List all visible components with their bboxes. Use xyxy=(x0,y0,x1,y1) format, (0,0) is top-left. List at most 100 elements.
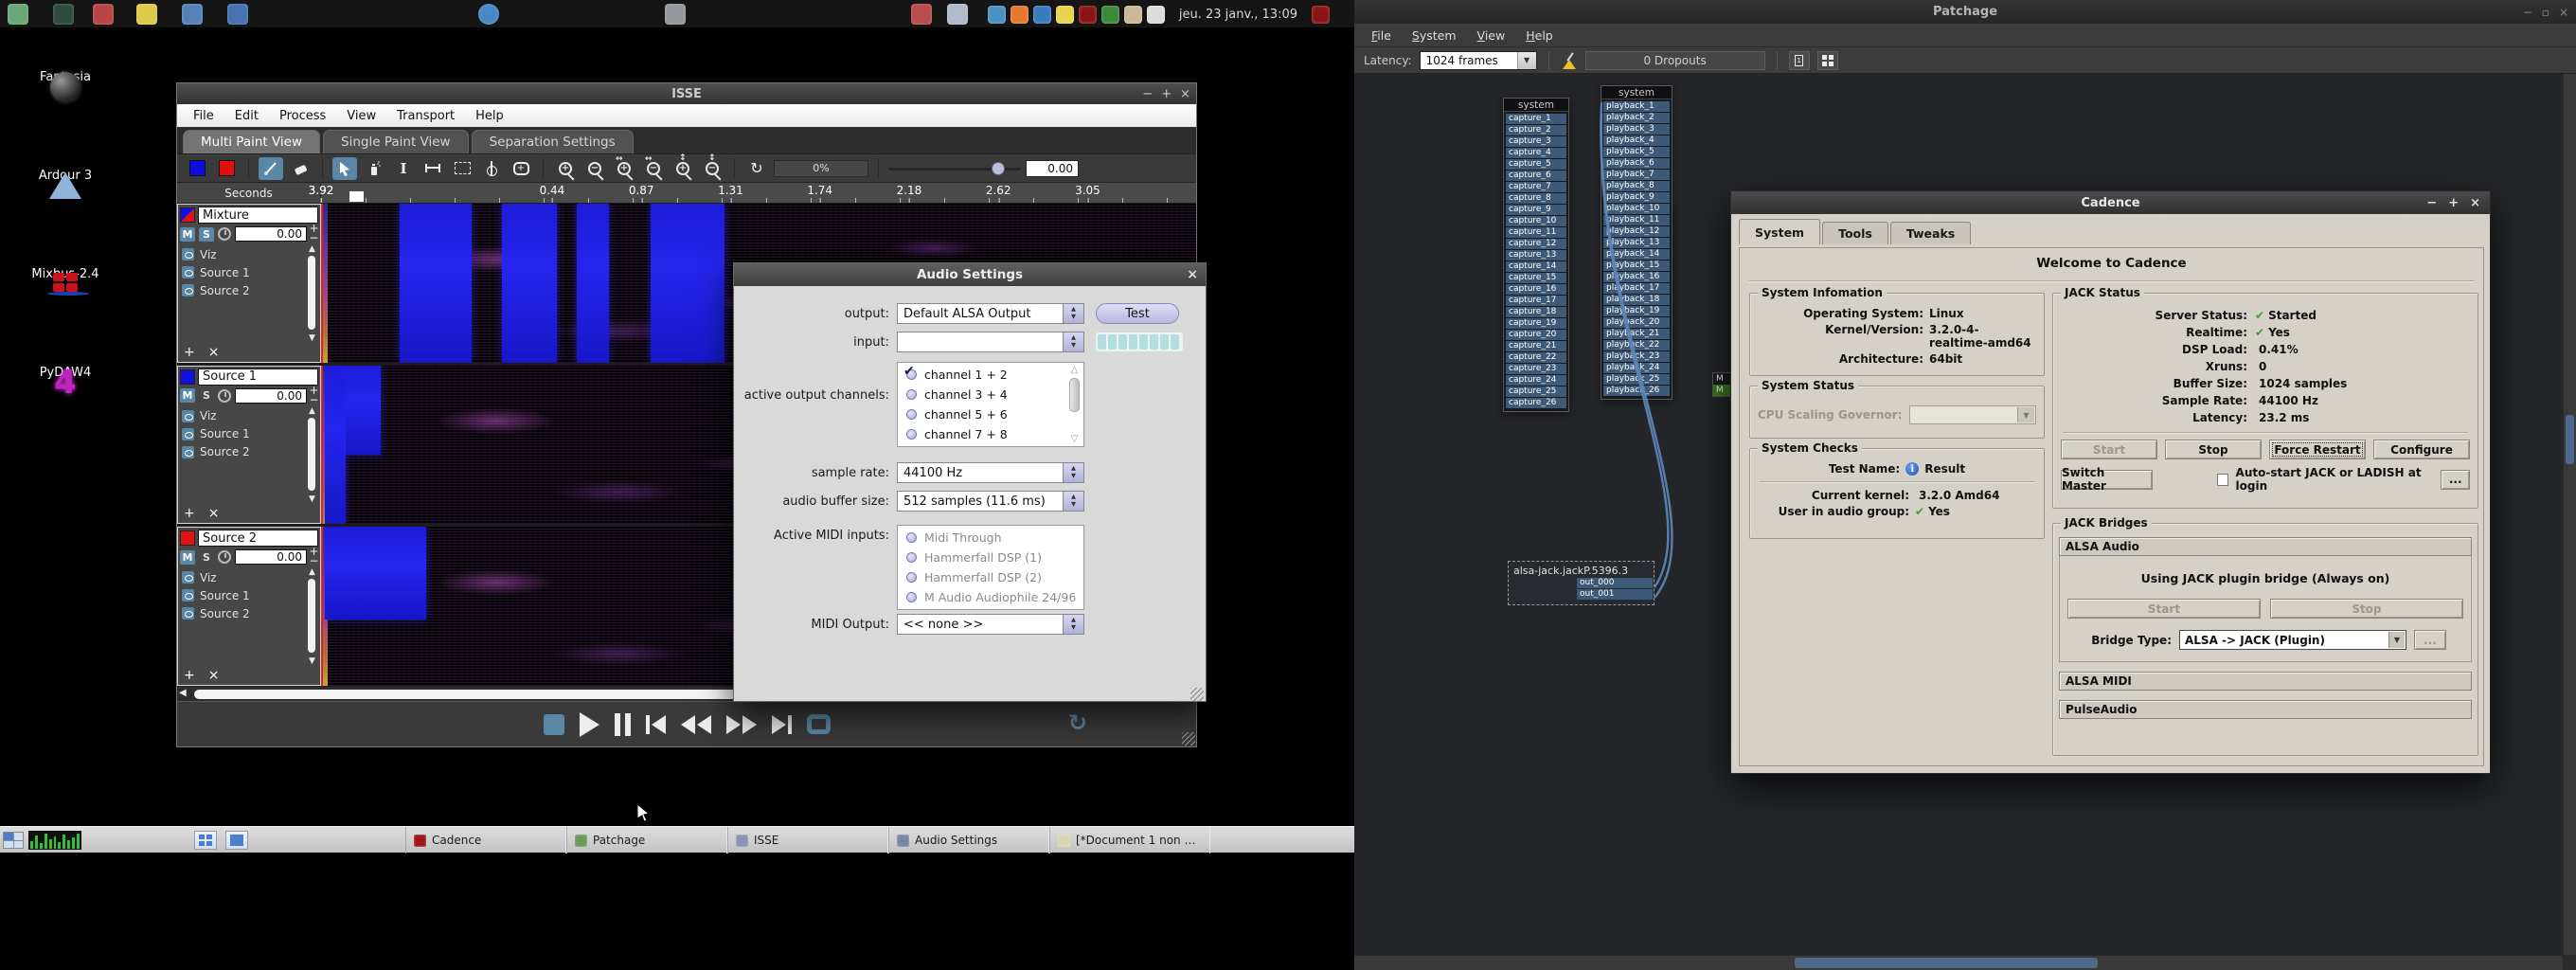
port-capture[interactable]: capture_21 xyxy=(1506,341,1566,351)
scrollbar-thumb[interactable] xyxy=(308,579,315,653)
channel-option[interactable]: channel 7 + 8 xyxy=(900,424,1064,444)
brush-tool-button[interactable] xyxy=(259,157,283,180)
red-app-icon[interactable] xyxy=(1312,6,1330,24)
canvas-vertical-scrollbar[interactable] xyxy=(2563,74,2576,955)
zoom-in-vertical-button[interactable]: + xyxy=(671,157,695,180)
port-playback[interactable]: playback_15 xyxy=(1603,260,1670,271)
box-selection-tool-button[interactable] xyxy=(450,157,474,180)
port-playback[interactable]: playback_5 xyxy=(1603,147,1670,157)
bridge-type-select[interactable]: ALSA -> JACK (Plugin) ▼ xyxy=(2179,630,2406,650)
port-capture[interactable]: capture_17 xyxy=(1506,296,1566,306)
spinner-icon[interactable]: ▲▼ xyxy=(1063,332,1083,351)
track-name-field[interactable]: Source 1 xyxy=(198,368,318,386)
alsa-audio-header[interactable]: ALSA Audio xyxy=(2059,537,2472,556)
track-zoom-out-button[interactable]: − xyxy=(309,395,319,404)
vlc-cone-icon[interactable] xyxy=(1011,6,1029,24)
slider-thumb[interactable] xyxy=(992,162,1005,175)
port-playback[interactable]: playback_16 xyxy=(1603,272,1670,282)
playhead-tool-button[interactable] xyxy=(479,157,504,180)
port-capture[interactable]: capture_23 xyxy=(1506,364,1566,374)
layer-item-source2[interactable]: Source 2 xyxy=(180,281,318,299)
visibility-eye-icon[interactable] xyxy=(182,284,194,296)
select-tool-button[interactable] xyxy=(332,157,357,180)
bridge-start-button[interactable]: Start xyxy=(2067,599,2261,619)
resize-grip[interactable] xyxy=(1190,688,1204,701)
balloons-icon[interactable] xyxy=(911,4,932,25)
plant-icon[interactable] xyxy=(8,4,28,25)
pause-button[interactable] xyxy=(615,713,631,736)
record-pen-icon[interactable] xyxy=(1101,6,1119,24)
patchage-titlebar[interactable]: Patchage − ▫ × xyxy=(1354,0,2576,24)
port-capture[interactable]: capture_2 xyxy=(1506,125,1566,135)
menu-item[interactable]: Help xyxy=(467,107,512,125)
timer-icon[interactable] xyxy=(218,227,231,241)
midi-input-option[interactable]: Hammerfall DSP (1) xyxy=(900,548,1082,567)
zoom-in-horizontal-button[interactable]: + xyxy=(612,157,636,180)
rewind-button[interactable] xyxy=(681,715,711,734)
latency-select[interactable]: 1024 frames ▼ xyxy=(1420,51,1537,70)
port-capture[interactable]: capture_13 xyxy=(1506,250,1566,260)
zoom-out-vertical-button[interactable]: − xyxy=(700,157,724,180)
track-name-field[interactable]: Source 2 xyxy=(198,530,318,547)
port-playback[interactable]: playback_1 xyxy=(1603,101,1670,112)
spinner-icon[interactable]: ▲▼ xyxy=(1063,304,1083,323)
channel-option[interactable]: ✔ channel 1 + 2 xyxy=(900,365,1064,385)
water-drop-icon[interactable] xyxy=(988,6,1006,24)
add-layer-button[interactable]: + xyxy=(184,668,195,683)
port-playback[interactable]: playback_3 xyxy=(1603,124,1670,135)
port-playback[interactable]: playback_4 xyxy=(1603,135,1670,146)
alsa-midi-header[interactable]: ALSA MIDI xyxy=(2059,672,2472,691)
tab[interactable]: System xyxy=(1739,219,1820,244)
visibility-eye-icon[interactable] xyxy=(182,607,194,620)
port-playback[interactable]: playback_12 xyxy=(1603,226,1670,237)
midi-input-option[interactable]: M Audio Audiophile 24/96 xyxy=(900,587,1082,607)
channel-option[interactable]: channel 3 + 4 xyxy=(900,385,1064,404)
spinner-icon[interactable]: ▲▼ xyxy=(1063,463,1083,482)
scroll-down-icon[interactable]: ▼ xyxy=(307,494,317,504)
port-capture[interactable]: capture_20 xyxy=(1506,330,1566,340)
buffer-size-select[interactable]: 512 samples (11.6 ms) ▲▼ xyxy=(897,491,1084,512)
screenshot-icon[interactable] xyxy=(947,4,968,25)
layer-item-source2[interactable]: Source 2 xyxy=(180,443,318,461)
port-capture[interactable]: capture_5 xyxy=(1506,159,1566,170)
canvas-horizontal-scrollbar[interactable] xyxy=(1354,955,2563,970)
scrollbar-thumb[interactable] xyxy=(2566,415,2574,464)
port-midi[interactable]: M xyxy=(1713,385,1732,396)
minimize-icon[interactable]: − xyxy=(1142,88,1153,100)
input-select[interactable]: ▲▼ xyxy=(897,332,1084,352)
sticky-notes-icon[interactable] xyxy=(1056,6,1074,24)
layer-item-source1[interactable]: Source 1 xyxy=(180,586,318,604)
spinner-icon[interactable]: ▲▼ xyxy=(1063,492,1083,511)
maximize-icon[interactable]: + xyxy=(2448,196,2459,210)
port-playback[interactable]: playback_2 xyxy=(1603,113,1670,123)
visibility-eye-icon[interactable] xyxy=(182,446,194,458)
view-tab[interactable]: Separation Settings xyxy=(472,130,634,153)
track-color-chip[interactable] xyxy=(180,369,195,385)
track-color-chip[interactable] xyxy=(180,530,195,546)
scrollbar-thumb[interactable] xyxy=(308,256,315,330)
layer-item-source1[interactable]: Source 1 xyxy=(180,425,318,443)
port-capture[interactable]: capture_7 xyxy=(1506,182,1566,192)
port-output[interactable]: out_000 xyxy=(1577,578,1653,588)
port-playback[interactable]: playback_23 xyxy=(1603,351,1670,362)
port-capture[interactable]: capture_14 xyxy=(1506,261,1566,272)
port-playback[interactable]: playback_20 xyxy=(1603,317,1670,328)
node-title[interactable]: system xyxy=(1504,99,1568,112)
radio-icon[interactable] xyxy=(906,409,917,420)
resize-grip[interactable] xyxy=(1182,732,1195,745)
port-capture[interactable]: capture_10 xyxy=(1506,216,1566,226)
port-playback[interactable]: playback_11 xyxy=(1603,215,1670,225)
jack-start-button[interactable]: Start xyxy=(2061,440,2157,459)
node-title[interactable]: system xyxy=(1601,86,1672,99)
gears-icon[interactable] xyxy=(665,4,686,25)
jack-force-restart-button[interactable]: Force Restart xyxy=(2269,440,2366,459)
scroll-down-icon[interactable]: ▼ xyxy=(307,656,317,666)
port-capture[interactable]: capture_18 xyxy=(1506,307,1566,317)
window-list-button[interactable] xyxy=(225,831,248,850)
clear-dropouts-broom-icon[interactable] xyxy=(1561,52,1578,69)
view-tab[interactable]: Multi Paint View xyxy=(183,130,320,153)
port-playback[interactable]: playback_17 xyxy=(1603,283,1670,294)
layer-item-viz[interactable]: Viz xyxy=(180,245,318,263)
desktop-icon-fantasia[interactable]: Fantasia xyxy=(13,70,117,135)
track-color-chip[interactable] xyxy=(180,207,195,223)
